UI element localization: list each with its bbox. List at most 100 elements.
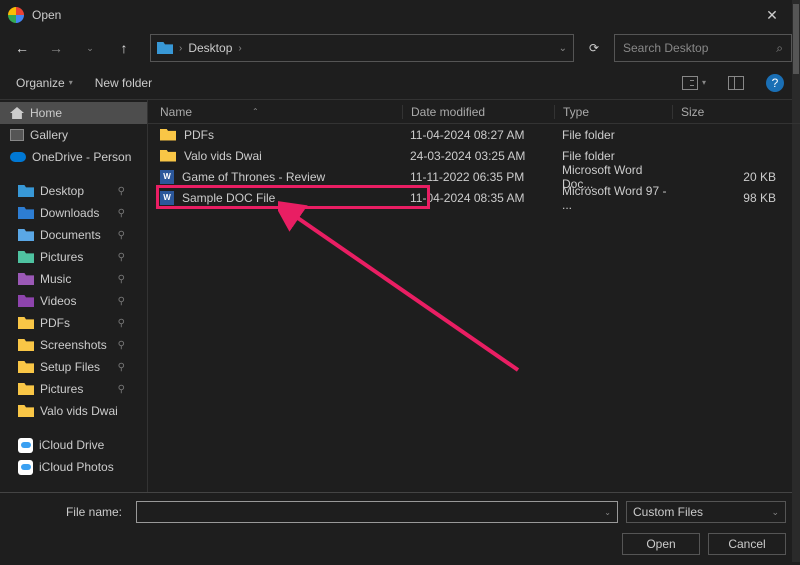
filename-input[interactable]: ⌄ — [136, 501, 618, 523]
sidebar-item-label: iCloud Drive — [39, 438, 104, 452]
sidebar-item-videos[interactable]: Videos ⚲ — [0, 290, 147, 312]
folder-icon — [18, 405, 34, 417]
folder-icon — [160, 129, 176, 141]
address-bar[interactable]: › Desktop › ⌄ — [150, 34, 574, 62]
word-icon: W — [160, 170, 174, 184]
icloud-icon — [18, 438, 33, 453]
file-size: 98 KB — [672, 191, 800, 205]
sidebar-item-pdfs[interactable]: PDFs ⚲ — [0, 312, 147, 334]
file-row[interactable]: PDFs 11-04-2024 08:27 AMFile folder — [148, 124, 800, 145]
sidebar-item-onedrive-person[interactable]: OneDrive - Person — [0, 146, 147, 168]
close-button[interactable]: ✕ — [752, 0, 792, 30]
chevron-down-icon: ⌄ — [771, 507, 779, 518]
file-row[interactable]: WGame of Thrones - Review11-11-2022 06:3… — [148, 166, 800, 187]
toolbar: Organize▾ New folder ▾ ? — [0, 66, 800, 100]
icloud-icon — [18, 460, 33, 475]
file-name: Valo vids Dwai — [184, 149, 262, 163]
sidebar-item-documents[interactable]: Documents⚲ — [0, 224, 147, 246]
cancel-button[interactable]: Cancel — [708, 533, 786, 555]
chevron-right-icon: › — [179, 43, 182, 54]
preview-pane-button[interactable] — [728, 76, 744, 90]
titlebar: Open ✕ — [0, 0, 800, 30]
navbar: ← → ⌄ ↑ › Desktop › ⌄ ⟳ Search Desktop ⌕ — [0, 30, 800, 66]
chevron-down-icon[interactable]: ⌄ — [559, 43, 567, 54]
chevron-down-icon: ▾ — [69, 78, 73, 87]
sidebar-item-gallery[interactable]: Gallery — [0, 124, 147, 146]
footer: File name: ⌄ Custom Files⌄ Open Cancel — [0, 492, 800, 565]
sidebar-item-label: Screenshots — [40, 338, 107, 352]
file-type: File folder — [554, 149, 672, 163]
file-type: File folder — [554, 128, 672, 142]
sidebar-item-icloud-drive[interactable]: iCloud Drive — [0, 434, 147, 456]
sidebar-item-downloads[interactable]: Downloads ⚲ — [0, 202, 147, 224]
file-type: Microsoft Word 97 - ... — [554, 184, 672, 212]
new-folder-button[interactable]: New folder — [95, 76, 152, 90]
desktop-icon — [18, 185, 34, 197]
help-button[interactable]: ? — [766, 74, 784, 92]
sidebar-item-pictures[interactable]: Pictures⚲ — [0, 378, 147, 400]
sidebar-item-label: Music — [40, 272, 71, 286]
sidebar-item-label: Desktop — [40, 184, 84, 198]
file-date: 11-04-2024 08:27 AM — [402, 128, 554, 142]
sidebar-item-label: Pictures — [40, 250, 83, 264]
pin-icon: ⚲ — [118, 252, 125, 263]
folder-icon — [18, 317, 34, 329]
forward-button[interactable]: → — [42, 34, 70, 62]
folder-icon — [18, 361, 34, 373]
sidebar-item-setup-files[interactable]: Setup Files ⚲ — [0, 356, 147, 378]
sidebar-item-screenshots[interactable]: Screenshots⚲ — [0, 334, 147, 356]
sidebar-item-label: PDFs — [40, 316, 70, 330]
sidebar-item-pictures[interactable]: Pictures ⚲ — [0, 246, 147, 268]
app-logo-icon — [8, 7, 24, 23]
pin-icon: ⚲ — [118, 230, 125, 241]
up-button[interactable]: ↑ — [110, 34, 138, 62]
chevron-down-icon[interactable]: ⌄ — [604, 508, 611, 517]
sidebar-item-desktop[interactable]: Desktop⚲ — [0, 180, 147, 202]
sidebar-item-label: Gallery — [30, 128, 68, 142]
sidebar-item-label: Downloads — [40, 206, 99, 220]
sidebar-item-home[interactable]: Home — [0, 102, 147, 124]
annotation-arrow — [278, 200, 538, 380]
view-button[interactable]: ▾ — [682, 76, 706, 90]
breadcrumb-location[interactable]: Desktop — [188, 41, 232, 55]
sidebar-item-label: OneDrive - Person — [32, 150, 131, 164]
view-icon — [682, 76, 698, 90]
column-size[interactable]: Size — [672, 105, 800, 119]
pin-icon: ⚲ — [118, 208, 125, 219]
organize-button[interactable]: Organize▾ — [16, 76, 73, 90]
pin-icon: ⚲ — [118, 362, 125, 373]
pin-icon: ⚲ — [118, 318, 125, 329]
back-button[interactable]: ← — [8, 34, 36, 62]
sidebar-item-valo-vids-dwai[interactable]: Valo vids Dwai — [0, 400, 147, 422]
column-name[interactable]: Name⌃ — [160, 105, 402, 119]
open-button[interactable]: Open — [622, 533, 700, 555]
folder-icon — [18, 383, 34, 395]
sidebar-item-icloud-photos[interactable]: iCloud Photos — [0, 456, 147, 478]
sidebar-item-label: Pictures — [40, 382, 83, 396]
file-row[interactable]: WSample DOC File11-04-2024 08:35 AMMicro… — [148, 187, 800, 208]
sidebar-item-label: Videos — [40, 294, 76, 308]
chevron-down-icon: ▾ — [702, 78, 706, 87]
sidebar-item-label: Setup Files — [40, 360, 100, 374]
file-name: PDFs — [184, 128, 214, 142]
pin-icon: ⚲ — [118, 296, 125, 307]
music-icon — [18, 273, 34, 285]
chevron-right-icon: › — [238, 43, 241, 54]
downloads-icon — [18, 207, 34, 219]
file-row[interactable]: Valo vids Dwai24-03-2024 03:25 AMFile fo… — [148, 145, 800, 166]
column-headers: Name⌃ Date modified Type Size — [148, 100, 800, 124]
sidebar: HomeGalleryOneDrive - PersonDesktop⚲Down… — [0, 100, 148, 492]
filetype-filter[interactable]: Custom Files⌄ — [626, 501, 786, 523]
file-date: 11-04-2024 08:35 AM — [402, 191, 554, 205]
sort-caret-icon: ⌃ — [252, 107, 259, 116]
sidebar-item-music[interactable]: Music⚲ — [0, 268, 147, 290]
recent-dropdown[interactable]: ⌄ — [76, 34, 104, 62]
file-name: Sample DOC File — [182, 191, 275, 205]
pictures-icon — [18, 251, 34, 263]
column-date[interactable]: Date modified — [402, 105, 554, 119]
folder-icon — [18, 339, 34, 351]
search-input[interactable]: Search Desktop ⌕ — [614, 34, 792, 62]
refresh-button[interactable]: ⟳ — [580, 34, 608, 62]
sidebar-item-label: Valo vids Dwai — [40, 404, 118, 418]
column-type[interactable]: Type — [554, 105, 672, 119]
